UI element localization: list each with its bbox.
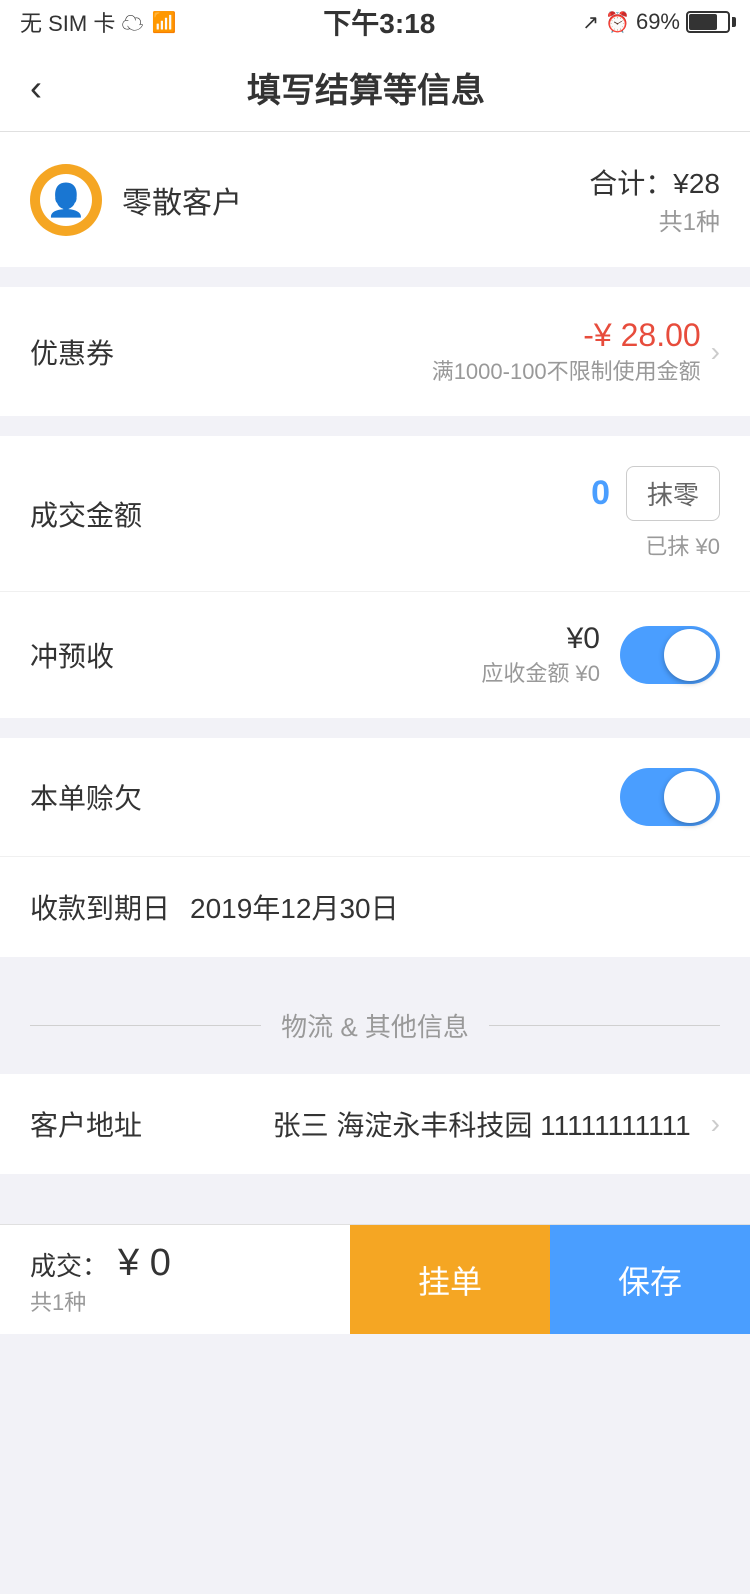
- toggle-knob: [664, 629, 716, 681]
- wifi-icon: 📶: [151, 10, 176, 35]
- total-count: 共1种: [589, 202, 720, 237]
- status-time: 下午3:18: [323, 2, 435, 42]
- transaction-section: 成交金额 0 抹零 已抹 ¥0 冲预收 ¥0 应收金额 ¥0: [0, 436, 750, 718]
- logistics-divider: 物流 & 其他信息: [30, 1007, 720, 1044]
- transaction-sub: 已抹 ¥0: [645, 529, 720, 561]
- due-date-row[interactable]: 收款到期日 2019年12月30日: [0, 856, 750, 957]
- customer-info: 👤 零散客户: [30, 164, 242, 236]
- user-icon: 👤: [46, 181, 86, 219]
- address-value: 张三 海淀永丰科技园 11111111111: [162, 1104, 691, 1144]
- customer-total: 合计：¥28 共1种: [589, 162, 720, 237]
- debt-label: 本单赊欠: [30, 777, 142, 817]
- due-date-label: 收款到期日: [30, 887, 170, 927]
- bottom-deal-label: 成交：: [30, 1246, 108, 1283]
- status-bar: 无 SIM 卡 ☁ 📶 下午3:18 ↗ ⏰ 69%: [0, 0, 750, 44]
- transaction-label: 成交金额: [30, 494, 142, 534]
- prepay-label: 冲预收: [30, 635, 114, 675]
- debt-toggle-knob: [664, 771, 716, 823]
- transaction-top: 0 抹零: [591, 466, 720, 521]
- due-date-value: 2019年12月30日: [190, 887, 399, 927]
- customer-row: 👤 零散客户 合计：¥28 共1种: [0, 132, 750, 267]
- total-amount-label: 合计：¥28: [589, 162, 720, 202]
- bottom-count: 共1种: [30, 1285, 320, 1317]
- battery-fill: [689, 14, 717, 30]
- coupon-section: 优惠券 -¥ 28.00 满1000-100不限制使用金额 ›: [0, 287, 750, 416]
- bottom-summary: 成交： ¥ 0 共1种: [0, 1242, 350, 1317]
- prepay-right: ¥0 应收金额 ¥0: [481, 622, 720, 688]
- prepay-toggle[interactable]: [620, 626, 720, 684]
- transaction-row: 成交金额 0 抹零 已抹 ¥0: [0, 436, 750, 592]
- location-icon: ↗: [582, 10, 599, 35]
- bottom-bar: 成交： ¥ 0 共1种 挂单 保存: [0, 1224, 750, 1334]
- divider-line-right: [489, 1025, 720, 1026]
- bottom-deal-amount: ¥ 0: [118, 1242, 171, 1285]
- chevron-right-icon: ›: [711, 336, 720, 368]
- debt-row: 本单赊欠: [0, 738, 750, 856]
- logistics-section: 物流 & 其他信息: [0, 977, 750, 1074]
- prepay-text: ¥0 应收金额 ¥0: [481, 622, 600, 688]
- battery-percent: 69%: [636, 9, 680, 35]
- prepay-row: 冲预收 ¥0 应收金额 ¥0: [0, 592, 750, 718]
- status-right: ↗ ⏰ 69%: [582, 9, 730, 35]
- address-row[interactable]: 客户地址 张三 海淀永丰科技园 11111111111 ›: [0, 1074, 750, 1174]
- divider-1: [0, 267, 750, 287]
- divider-2: [0, 416, 750, 436]
- coupon-right: -¥ 28.00 满1000-100不限制使用金额 ›: [432, 317, 720, 386]
- divider-line-left: [30, 1025, 261, 1026]
- battery-icon: [686, 11, 730, 33]
- coupon-row[interactable]: 优惠券 -¥ 28.00 满1000-100不限制使用金额 ›: [0, 287, 750, 416]
- coupon-text-block: -¥ 28.00 满1000-100不限制使用金额: [432, 317, 701, 386]
- transaction-value[interactable]: 0: [591, 474, 610, 513]
- round-button[interactable]: 抹零: [626, 466, 720, 521]
- bottom-deal-row: 成交： ¥ 0: [30, 1242, 320, 1285]
- avatar: 👤: [30, 164, 102, 236]
- no-sim-text: 无 SIM 卡 ☁: [20, 6, 143, 38]
- nav-bar: ‹ 填写结算等信息: [0, 44, 750, 132]
- coupon-desc: 满1000-100不限制使用金额: [432, 354, 701, 386]
- status-left: 无 SIM 卡 ☁ 📶: [20, 6, 176, 38]
- debt-section: 本单赊欠 收款到期日 2019年12月30日: [0, 738, 750, 957]
- coupon-amount: -¥ 28.00: [432, 317, 701, 354]
- page-title: 填写结算等信息: [62, 63, 670, 112]
- debt-toggle[interactable]: [620, 768, 720, 826]
- customer-name: 零散客户: [122, 178, 242, 222]
- address-chevron-icon: ›: [711, 1108, 720, 1140]
- logistics-label: 物流 & 其他信息: [281, 1007, 469, 1044]
- coupon-label: 优惠券: [30, 332, 114, 372]
- prepay-amount: ¥0: [481, 622, 600, 656]
- alarm-icon: ⏰: [605, 10, 630, 35]
- content: 👤 零散客户 合计：¥28 共1种 优惠券 -¥ 28.00 满1000-100…: [0, 132, 750, 1594]
- back-button[interactable]: ‹: [30, 57, 62, 119]
- address-section: 客户地址 张三 海淀永丰科技园 11111111111 ›: [0, 1074, 750, 1174]
- address-label: 客户地址: [30, 1104, 142, 1144]
- divider-4: [0, 957, 750, 977]
- transaction-right: 0 抹零 已抹 ¥0: [591, 466, 720, 561]
- divider-3: [0, 718, 750, 738]
- prepay-sub: 应收金额 ¥0: [481, 656, 600, 688]
- hold-button[interactable]: 挂单: [350, 1225, 550, 1334]
- bottom-btn-group: 挂单 保存: [350, 1225, 750, 1334]
- save-button[interactable]: 保存: [550, 1225, 750, 1334]
- avatar-inner: 👤: [40, 174, 92, 226]
